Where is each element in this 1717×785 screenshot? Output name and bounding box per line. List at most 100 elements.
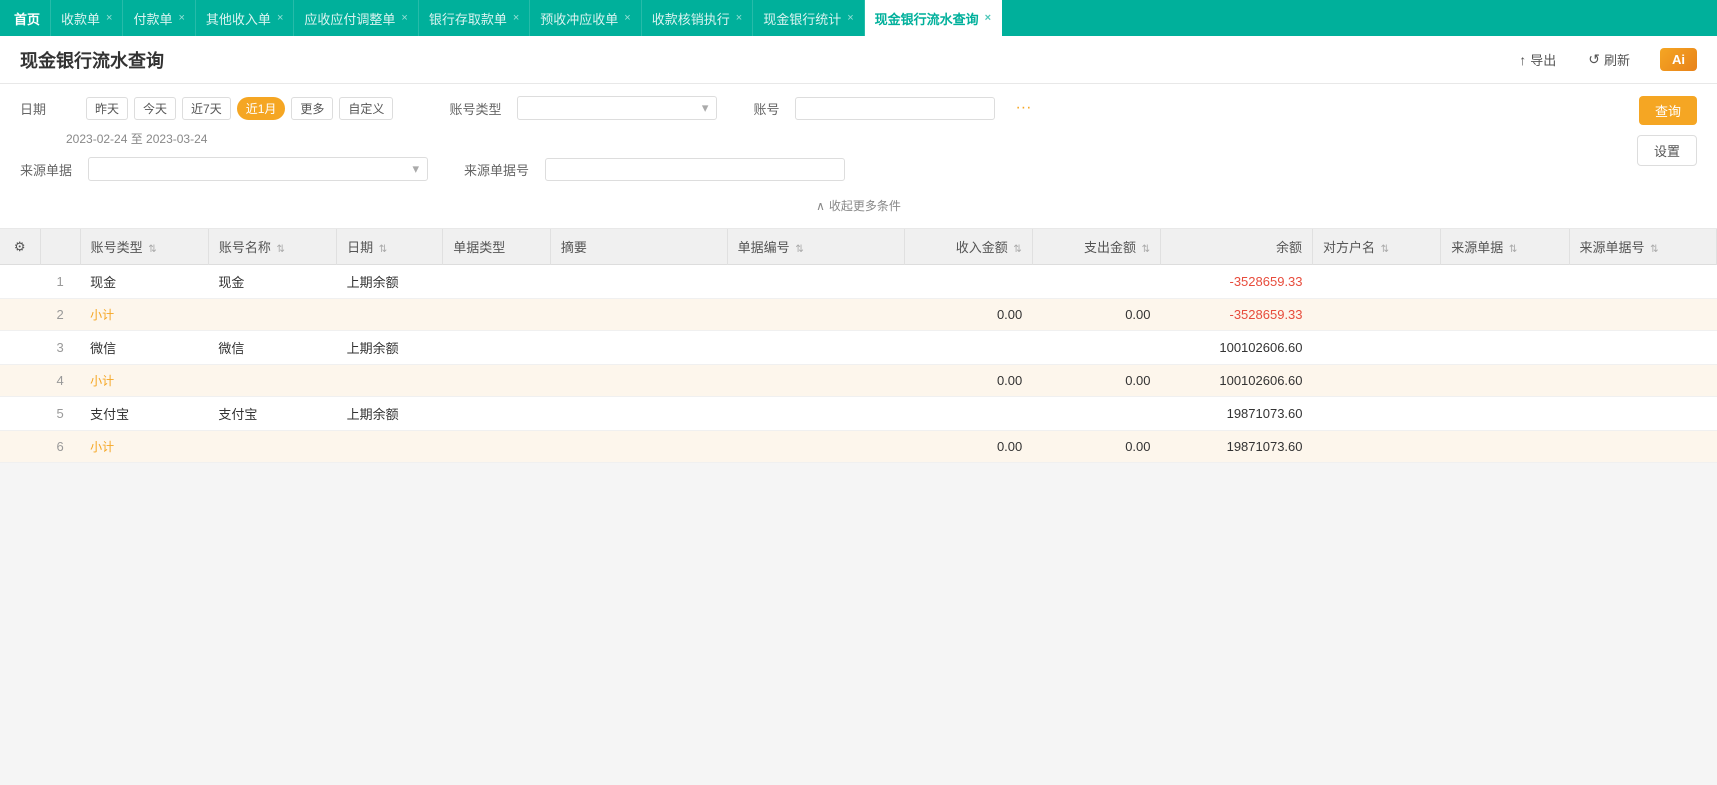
cell-settings bbox=[0, 397, 40, 431]
col-income[interactable]: 收入金额 ⇅ bbox=[904, 229, 1032, 265]
col-doc-type: 单据类型 bbox=[443, 229, 551, 265]
cell-account-name: 支付宝 bbox=[208, 397, 336, 431]
col-counterparty[interactable]: 对方户名 ⇅ bbox=[1313, 229, 1441, 265]
col-rownum bbox=[40, 229, 80, 265]
date-btn-custom[interactable]: 自定义 bbox=[339, 97, 393, 120]
cell-expense bbox=[1032, 265, 1160, 299]
account-dots-button[interactable]: ··· bbox=[1011, 99, 1035, 117]
close-icon-3[interactable]: × bbox=[401, 12, 407, 24]
close-icon-7[interactable]: × bbox=[847, 12, 853, 24]
close-icon-1[interactable]: × bbox=[178, 12, 184, 24]
close-icon-6[interactable]: × bbox=[736, 12, 742, 24]
nav-tab-3[interactable]: 应收应付调整单 × bbox=[294, 0, 418, 36]
cell-settings bbox=[0, 365, 40, 397]
chevron-down-icon-2: ▾ bbox=[412, 161, 419, 177]
cell-counterparty bbox=[1313, 265, 1441, 299]
table-row: 5 支付宝 支付宝 上期余额 19871073.60 bbox=[0, 397, 1717, 431]
cell-doc-no bbox=[727, 265, 904, 299]
sort-icon-counterparty: ⇅ bbox=[1381, 244, 1389, 255]
cell-settings bbox=[0, 331, 40, 365]
nav-tab-5[interactable]: 预收冲应收单 × bbox=[530, 0, 641, 36]
cell-counterparty bbox=[1313, 331, 1441, 365]
col-source-doc[interactable]: 来源单据 ⇅ bbox=[1441, 229, 1569, 265]
cell-balance: 100102606.60 bbox=[1161, 331, 1313, 365]
cell-balance: 19871073.60 bbox=[1161, 431, 1313, 463]
cell-settings bbox=[0, 431, 40, 463]
cell-doc-type bbox=[443, 299, 551, 331]
cell-rownum: 4 bbox=[40, 365, 80, 397]
col-doc-no[interactable]: 单据编号 ⇅ bbox=[727, 229, 904, 265]
nav-tab-4[interactable]: 银行存取款单 × bbox=[419, 0, 530, 36]
table-row: 1 现金 现金 上期余额 -3528659.33 bbox=[0, 265, 1717, 299]
collapse-bar[interactable]: ∧ 收起更多条件 bbox=[20, 191, 1697, 216]
export-button[interactable]: ↑ 导出 bbox=[1509, 46, 1566, 73]
col-date[interactable]: 日期 ⇅ bbox=[337, 229, 443, 265]
cell-rownum: 5 bbox=[40, 397, 80, 431]
nav-tab-1[interactable]: 付款单 × bbox=[123, 0, 195, 36]
cell-source-doc bbox=[1441, 299, 1569, 331]
cell-balance: 19871073.60 bbox=[1161, 397, 1313, 431]
table-body: 1 现金 现金 上期余额 -3528659.33 2 小计 0.00 0.00 … bbox=[0, 265, 1717, 463]
filter-row-2: 来源单据 ▾ 来源单据号 bbox=[20, 157, 1637, 181]
cell-rownum: 2 bbox=[40, 299, 80, 331]
nav-tab-2[interactable]: 其他收入单 × bbox=[196, 0, 294, 36]
date-btn-7days[interactable]: 近7天 bbox=[182, 97, 231, 120]
col-account-type[interactable]: 账号类型 ⇅ bbox=[80, 229, 208, 265]
cell-summary bbox=[550, 365, 727, 397]
source-doc-num-label: 来源单据号 bbox=[464, 160, 529, 179]
setting-button[interactable]: 设置 bbox=[1637, 135, 1697, 166]
cell-summary bbox=[550, 265, 727, 299]
col-account-name[interactable]: 账号名称 ⇅ bbox=[208, 229, 336, 265]
col-source-doc-no[interactable]: 来源单据号 ⇅ bbox=[1569, 229, 1716, 265]
close-icon-5[interactable]: × bbox=[624, 12, 630, 24]
nav-tab-6[interactable]: 收款核销执行 × bbox=[642, 0, 753, 36]
filter-area: 日期 昨天 今天 近7天 近1月 更多 自定义 账号类型 ▾ 账号 ··· bbox=[0, 84, 1717, 229]
source-doc-label: 来源单据 bbox=[20, 160, 72, 179]
source-doc-num-input[interactable] bbox=[545, 158, 845, 181]
cell-expense bbox=[1032, 331, 1160, 365]
filter-left: 日期 昨天 今天 近7天 近1月 更多 自定义 账号类型 ▾ 账号 ··· bbox=[20, 96, 1637, 191]
account-type-label: 账号类型 bbox=[449, 99, 501, 118]
nav-tab-7[interactable]: 现金银行统计 × bbox=[753, 0, 864, 36]
cell-doc-no bbox=[727, 397, 904, 431]
close-icon-8[interactable]: × bbox=[985, 12, 991, 24]
date-btn-more[interactable]: 更多 bbox=[291, 97, 333, 120]
nav-tab-0[interactable]: 收款单 × bbox=[51, 0, 123, 36]
refresh-button[interactable]: ↺ 刷新 bbox=[1578, 46, 1640, 73]
cell-account-name bbox=[208, 299, 336, 331]
date-btn-1month[interactable]: 近1月 bbox=[237, 97, 286, 120]
date-btn-today[interactable]: 今天 bbox=[134, 97, 176, 120]
account-type-select[interactable]: ▾ bbox=[517, 96, 717, 120]
sort-icon-sourcedoc: ⇅ bbox=[1509, 244, 1517, 255]
filter-section: 日期 昨天 今天 近7天 近1月 更多 自定义 账号类型 ▾ 账号 ··· bbox=[20, 96, 1697, 191]
close-icon-0[interactable]: × bbox=[106, 12, 112, 24]
nav-tab-8[interactable]: 现金银行流水查询 × bbox=[865, 0, 1002, 36]
col-expense[interactable]: 支出金额 ⇅ bbox=[1032, 229, 1160, 265]
settings-icon[interactable]: ⚙ bbox=[14, 239, 26, 254]
chevron-up-icon: ∧ bbox=[816, 199, 825, 213]
col-settings[interactable]: ⚙ bbox=[0, 229, 40, 265]
cell-source-doc bbox=[1441, 331, 1569, 365]
account-input[interactable] bbox=[795, 97, 995, 120]
close-icon-2[interactable]: × bbox=[277, 12, 283, 24]
close-icon-4[interactable]: × bbox=[513, 12, 519, 24]
cell-doc-no bbox=[727, 431, 904, 463]
cell-income bbox=[904, 265, 1032, 299]
header-actions: ↑ 导出 ↺ 刷新 Ai bbox=[1509, 46, 1697, 73]
cell-source-doc bbox=[1441, 431, 1569, 463]
cell-account-name: 现金 bbox=[208, 265, 336, 299]
sort-icon-income: ⇅ bbox=[1013, 244, 1021, 255]
filter-row-1: 日期 昨天 今天 近7天 近1月 更多 自定义 账号类型 ▾ 账号 ··· bbox=[20, 96, 1637, 120]
cell-rownum: 6 bbox=[40, 431, 80, 463]
query-button[interactable]: 查询 bbox=[1639, 96, 1697, 125]
sort-icon-accounttype: ⇅ bbox=[148, 244, 156, 255]
date-btn-yesterday[interactable]: 昨天 bbox=[86, 97, 128, 120]
cell-source-doc-no bbox=[1569, 299, 1716, 331]
top-navigation: 首页 收款单 × 付款单 × 其他收入单 × 应收应付调整单 × 银行存取款单 … bbox=[0, 0, 1717, 36]
ai-button[interactable]: Ai bbox=[1660, 48, 1697, 71]
filter-right: 查询 设置 bbox=[1637, 96, 1697, 166]
table-row: 4 小计 0.00 0.00 100102606.60 bbox=[0, 365, 1717, 397]
source-doc-select[interactable]: ▾ bbox=[88, 157, 428, 181]
nav-tab-home[interactable]: 首页 bbox=[4, 0, 51, 36]
cell-expense bbox=[1032, 397, 1160, 431]
